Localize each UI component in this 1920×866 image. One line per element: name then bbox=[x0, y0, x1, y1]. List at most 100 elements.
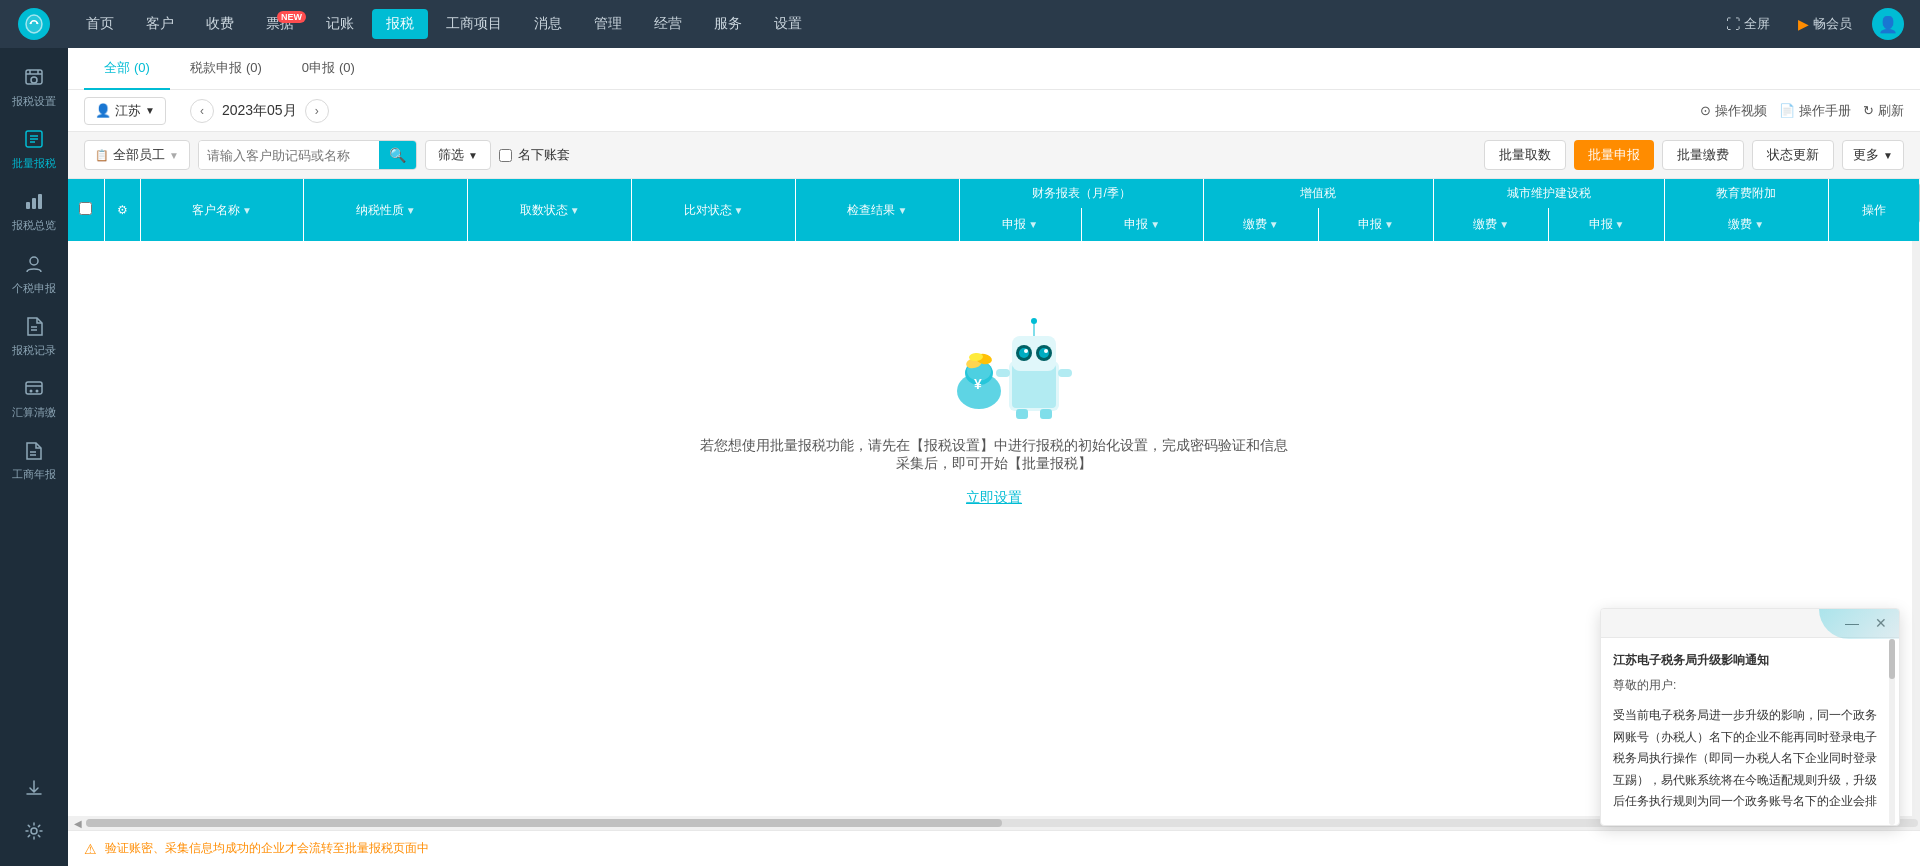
notif-subtitle: 尊敬的用户: bbox=[1613, 675, 1887, 697]
nav-tax[interactable]: 报税 bbox=[372, 9, 428, 39]
nav-business[interactable]: 工商项目 bbox=[432, 9, 516, 39]
annual-report-icon bbox=[23, 439, 45, 464]
more-chevron: ▼ bbox=[1883, 150, 1893, 161]
th-city-pay: 缴费▼ bbox=[1434, 208, 1549, 241]
region-selector[interactable]: 👤 江苏 ▼ bbox=[84, 97, 166, 125]
svg-point-40 bbox=[1024, 349, 1028, 353]
th-city-maintenance: 城市维护建设税 bbox=[1434, 179, 1665, 208]
sidebar-bottom bbox=[0, 768, 68, 866]
search-input[interactable] bbox=[199, 141, 379, 169]
checkbox-label[interactable]: 名下账套 bbox=[499, 146, 570, 164]
sidebar: 报税设置 批量报税 报税总览 bbox=[0, 48, 68, 866]
svg-rect-19 bbox=[26, 382, 42, 394]
fetch-status-filter[interactable]: ▼ bbox=[570, 205, 580, 216]
compare-status-filter[interactable]: ▼ bbox=[734, 205, 744, 216]
vip-btn[interactable]: ▶ 畅会员 bbox=[1790, 11, 1860, 37]
operation-manual-link[interactable]: 📄 操作手册 bbox=[1779, 102, 1851, 120]
check-result-filter[interactable]: ▼ bbox=[897, 205, 907, 216]
nav-customer[interactable]: 客户 bbox=[132, 9, 188, 39]
batch-fetch-btn[interactable]: 批量取数 bbox=[1484, 140, 1566, 170]
bottom-bar: ⚠ 验证账密、采集信息均成功的企业才会流转至批量报税页面中 bbox=[68, 830, 1920, 866]
nav-invoice[interactable]: 票据 NEW bbox=[252, 9, 308, 39]
sidebar-item-batch-tax[interactable]: 批量报税 bbox=[0, 118, 68, 180]
th-tax-type: 纳税性质▼ bbox=[304, 179, 468, 241]
date-next-btn[interactable]: › bbox=[305, 99, 329, 123]
svg-rect-45 bbox=[1058, 369, 1072, 377]
fullscreen-btn[interactable]: ⛶ 全屏 bbox=[1718, 11, 1778, 37]
vat-declare-filter[interactable]: ▼ bbox=[1150, 219, 1160, 230]
setup-link[interactable]: 立即设置 bbox=[966, 489, 1022, 507]
status-update-btn[interactable]: 状态更新 bbox=[1752, 140, 1834, 170]
th-vat-pay: 缴费▼ bbox=[1203, 208, 1318, 241]
select-all-checkbox[interactable] bbox=[79, 202, 92, 215]
employee-selector[interactable]: 📋 全部员工 ▼ bbox=[84, 140, 190, 170]
svg-rect-44 bbox=[996, 369, 1010, 377]
nav-management[interactable]: 管理 bbox=[580, 9, 636, 39]
filter-button[interactable]: 筛选 ▼ bbox=[425, 140, 491, 170]
nav-message[interactable]: 消息 bbox=[520, 9, 576, 39]
personal-tax-icon bbox=[23, 253, 45, 278]
nav-service[interactable]: 服务 bbox=[700, 9, 756, 39]
tax-type-filter[interactable]: ▼ bbox=[406, 205, 416, 216]
user-avatar[interactable]: 👤 bbox=[1872, 8, 1904, 40]
customer-name-filter[interactable]: ▼ bbox=[242, 205, 252, 216]
region-value: 江苏 bbox=[115, 102, 141, 120]
notif-scroll-thumb[interactable] bbox=[1889, 639, 1895, 679]
new-badge: NEW bbox=[277, 11, 306, 23]
account-checkbox[interactable] bbox=[499, 149, 512, 162]
vertical-scrollbar[interactable] bbox=[1912, 179, 1920, 816]
svg-rect-13 bbox=[26, 202, 30, 209]
sidebar-label-personal-tax: 个税申报 bbox=[12, 282, 56, 295]
th-financial-declare: 申报▼ bbox=[959, 208, 1081, 241]
toolbar-right: 批量取数 批量申报 批量缴费 状态更新 更多 ▼ bbox=[1484, 140, 1904, 170]
th-education-surcharge: 教育费附加 bbox=[1664, 179, 1828, 208]
refresh-btn[interactable]: ↻ 刷新 bbox=[1863, 102, 1904, 120]
sidebar-label-tax-settings: 报税设置 bbox=[12, 95, 56, 108]
tab-all[interactable]: 全部(0) bbox=[84, 48, 170, 90]
nav-home[interactable]: 首页 bbox=[72, 9, 128, 39]
nav-settings[interactable]: 设置 bbox=[760, 9, 816, 39]
svg-rect-14 bbox=[32, 198, 36, 209]
financial-declare-filter[interactable]: ▼ bbox=[1028, 219, 1038, 230]
batch-tax-icon bbox=[23, 128, 45, 153]
date-prev-btn[interactable]: ‹ bbox=[190, 99, 214, 123]
h-scrollbar-thumb[interactable] bbox=[86, 819, 1002, 827]
warn-icon: ⚠ bbox=[84, 841, 97, 857]
edu-pay-filter[interactable]: ▼ bbox=[1754, 219, 1764, 230]
sidebar-item-annual-report[interactable]: 工商年报 bbox=[0, 429, 68, 491]
nav-bookkeeping[interactable]: 记账 bbox=[312, 9, 368, 39]
vat-pay-filter[interactable]: ▼ bbox=[1269, 219, 1279, 230]
sidebar-item-settlement[interactable]: 汇算清缴 bbox=[0, 367, 68, 429]
sidebar-item-tax-settings[interactable]: 报税设置 bbox=[0, 56, 68, 118]
sidebar-download[interactable] bbox=[0, 768, 68, 811]
nav-operations[interactable]: 经营 bbox=[640, 9, 696, 39]
employee-select-display[interactable]: 📋 全部员工 ▼ bbox=[85, 141, 189, 169]
more-btn[interactable]: 更多 ▼ bbox=[1842, 140, 1904, 170]
sidebar-config[interactable] bbox=[0, 811, 68, 854]
empty-message: 若您想使用批量报税功能，请先在【报税设置】中进行报税的初始化设置，完成密码验证和… bbox=[694, 437, 1294, 473]
th-compare-status: 比对状态▼ bbox=[632, 179, 796, 241]
sidebar-item-personal-tax[interactable]: 个税申报 bbox=[0, 243, 68, 305]
tab-tax-declare[interactable]: 税款申报(0) bbox=[170, 48, 282, 90]
tab-zero-declare[interactable]: 0申报(0) bbox=[282, 48, 375, 90]
city-pay-filter[interactable]: ▼ bbox=[1499, 219, 1509, 230]
batch-pay-btn[interactable]: 批量缴费 bbox=[1662, 140, 1744, 170]
edu-declare-filter[interactable]: ▼ bbox=[1615, 219, 1625, 230]
svg-point-8 bbox=[31, 77, 37, 83]
operation-video-link[interactable]: ⊙ 操作视频 bbox=[1700, 102, 1767, 120]
nav-fee[interactable]: 收费 bbox=[192, 9, 248, 39]
th-customer-name: 客户名称▼ bbox=[140, 179, 304, 241]
svg-point-16 bbox=[30, 257, 38, 265]
settlement-icon bbox=[23, 377, 45, 402]
th-edu-pay: 缴费▼ bbox=[1664, 208, 1828, 241]
notif-scrollbar[interactable] bbox=[1889, 639, 1895, 825]
date-display: 2023年05月 bbox=[222, 102, 297, 120]
notif-content: 受当前电子税务局进一步升级的影响，同一个政务网账号（办税人）名下的企业不能再同时… bbox=[1613, 705, 1887, 813]
sidebar-label-tax-overview: 报税总览 bbox=[12, 219, 56, 232]
sidebar-item-tax-overview[interactable]: 报税总览 bbox=[0, 180, 68, 242]
sidebar-item-tax-records[interactable]: 报税记录 bbox=[0, 305, 68, 367]
right-actions: ⊙ 操作视频 📄 操作手册 ↻ 刷新 bbox=[1700, 102, 1904, 120]
search-button[interactable]: 🔍 bbox=[379, 141, 416, 169]
batch-declare-btn[interactable]: 批量申报 bbox=[1574, 140, 1654, 170]
city-declare-filter[interactable]: ▼ bbox=[1384, 219, 1394, 230]
